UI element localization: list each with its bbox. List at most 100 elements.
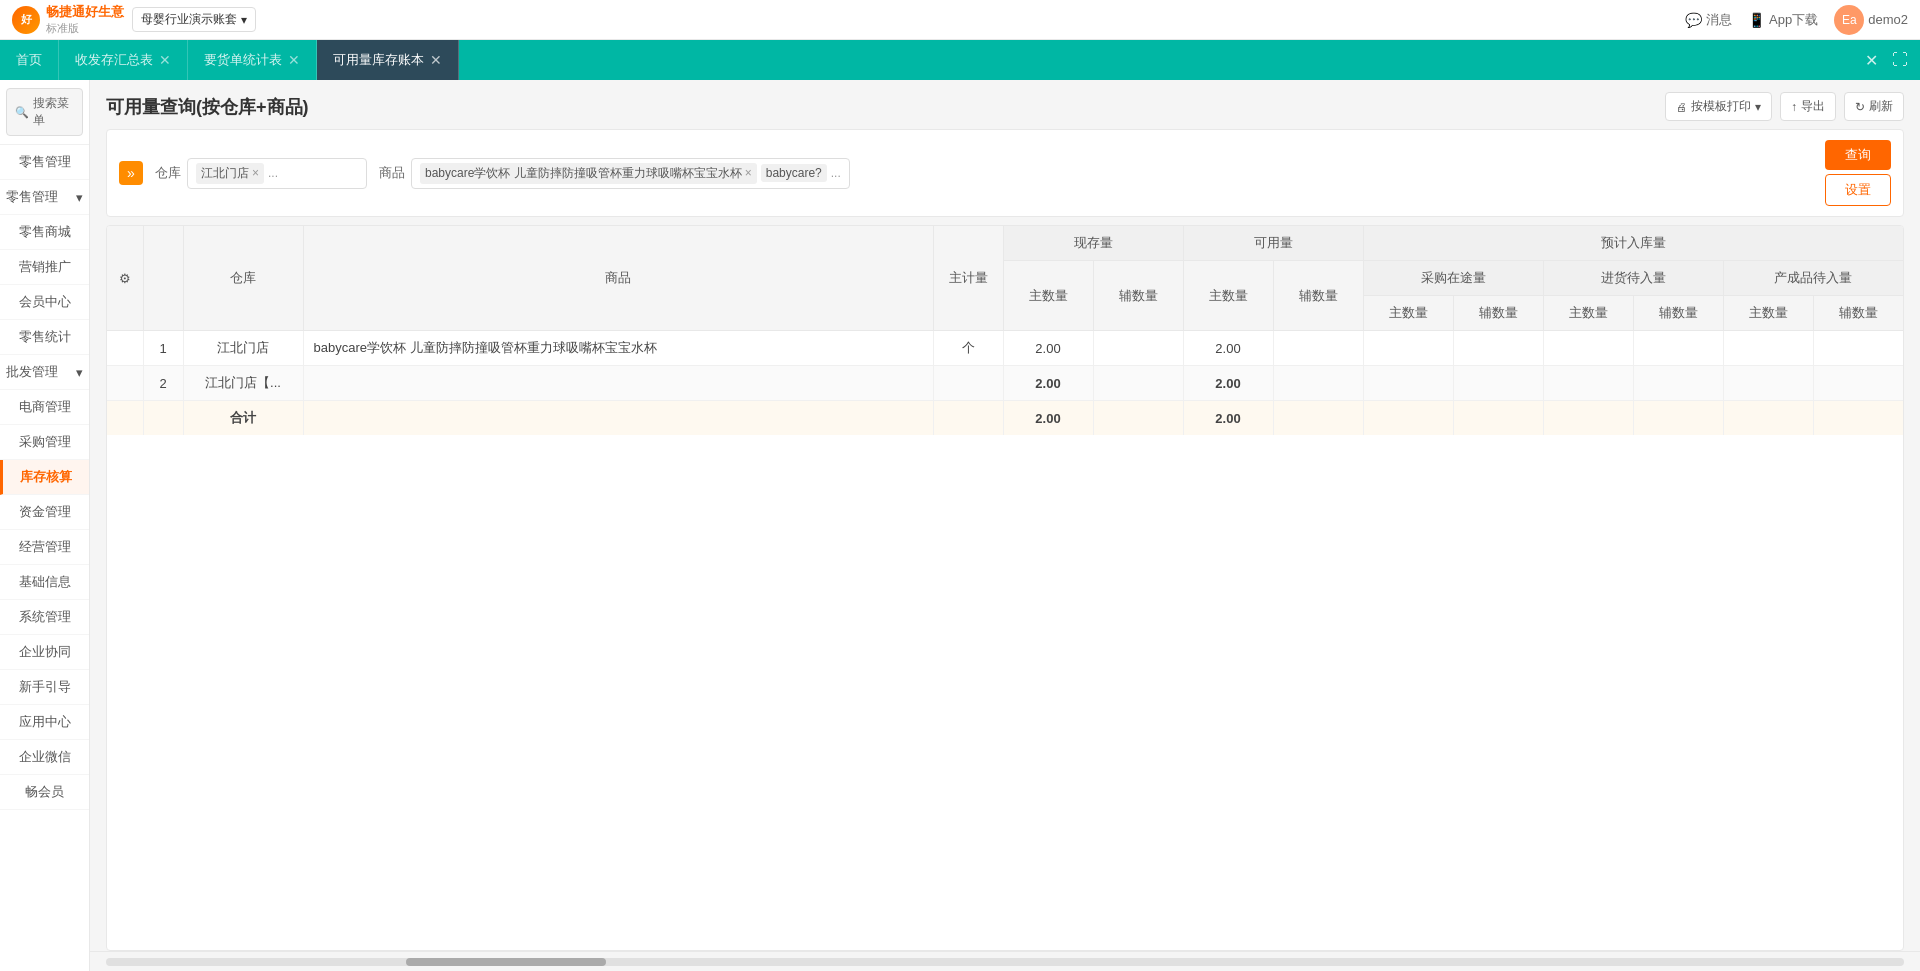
logo-area: 好 畅捷通好生意 标准版 — [12, 4, 124, 35]
sidebar-item-member-plan[interactable]: 畅会员 — [0, 775, 89, 810]
app-download-icon — [1748, 12, 1765, 28]
avatar: Ea — [1834, 5, 1864, 35]
close-tab-receivable[interactable] — [159, 53, 171, 67]
cell-unit — [933, 366, 1003, 401]
tab-available-inventory[interactable]: 可用量库存账本 — [317, 40, 459, 80]
sidebar-item-retail-mgmt[interactable]: 零售管理 — [0, 180, 89, 215]
th-production-main: 主数量 — [1723, 296, 1813, 331]
filter-actions: 查询 设置 — [1825, 140, 1891, 206]
message-icon — [1685, 12, 1702, 28]
sidebar-item-ecommerce[interactable]: 电商管理 — [0, 390, 89, 425]
print-btn[interactable]: 按模板打印 — [1665, 92, 1772, 121]
sidebar-item-app-center[interactable]: 应用中心 — [0, 705, 89, 740]
search-menu-btn[interactable]: 搜索菜单 — [6, 88, 83, 136]
close-tab-order-stats[interactable] — [288, 53, 300, 67]
app-download-nav-item[interactable]: App下载 — [1748, 11, 1818, 29]
sidebar-item-system[interactable]: 系统管理 — [0, 600, 89, 635]
page-header: 可用量查询(按仓库+商品) 按模板打印 导出 刷新 — [90, 80, 1920, 129]
message-nav-item[interactable]: 消息 — [1685, 11, 1732, 29]
refresh-btn[interactable]: 刷新 — [1844, 92, 1904, 121]
logo-icon: 好 — [12, 6, 40, 34]
cell-product — [303, 366, 933, 401]
scroll-thumb[interactable] — [406, 958, 606, 966]
sidebar-item-quick-nav[interactable]: 零售管理 — [0, 145, 89, 180]
sidebar-item-marketing[interactable]: 营销推广 — [0, 250, 89, 285]
sidebar-item-inventory-check[interactable]: 库存核算 — [0, 460, 89, 495]
cell-num: 2 — [143, 366, 183, 401]
warehouse-more[interactable]: ... — [268, 166, 278, 180]
footer-purchase-main — [1363, 401, 1453, 436]
cell-purchase-main — [1363, 331, 1453, 366]
filter-expand-btn[interactable]: » — [119, 161, 143, 185]
tab-receivable[interactable]: 收发存汇总表 — [59, 40, 188, 80]
sidebar-item-enterprise-wechat[interactable]: 企业微信 — [0, 740, 89, 775]
tab-order-stats[interactable]: 要货单统计表 — [188, 40, 317, 80]
sidebar-item-operations[interactable]: 经营管理 — [0, 530, 89, 565]
sidebar-item-wholesale-mgmt[interactable]: 批发管理 — [0, 355, 89, 390]
footer-incoming-aux — [1633, 401, 1723, 436]
settings-icon[interactable] — [119, 271, 131, 286]
cell-warehouse: 江北门店【... — [183, 366, 303, 401]
query-btn[interactable]: 查询 — [1825, 140, 1891, 170]
cell-production-main — [1723, 366, 1813, 401]
product-more[interactable]: ... — [831, 166, 841, 180]
footer-unit — [933, 401, 1003, 436]
sidebar-item-retail-stats[interactable]: 零售统计 — [0, 320, 89, 355]
footer-current-aux — [1093, 401, 1183, 436]
th-current-main: 主数量 — [1003, 261, 1093, 331]
cell-incoming-aux — [1633, 331, 1723, 366]
export-icon — [1791, 100, 1797, 114]
close-all-tabs-btn[interactable] — [1861, 47, 1882, 74]
cell-purchase-aux — [1453, 366, 1543, 401]
th-available-group: 可用量 — [1183, 226, 1363, 261]
user-area[interactable]: Ea demo2 — [1834, 5, 1908, 35]
sidebar-item-enterprise-collab[interactable]: 企业协同 — [0, 635, 89, 670]
cell-product: babycare学饮杯 儿童防摔防撞吸管杯重力球吸嘴杯宝宝水杯 — [303, 331, 933, 366]
close-tab-available-inventory[interactable] — [430, 53, 442, 67]
warehouse-tag: 江北门店 × — [196, 163, 264, 184]
cell-current-main: 2.00 — [1003, 366, 1093, 401]
product-filter-input[interactable]: babycare学饮杯 儿童防摔防撞吸管杯重力球吸嘴杯宝宝水杯 × babyca… — [411, 158, 850, 189]
cell-incoming-main — [1543, 366, 1633, 401]
table-row: 2 江北门店【... 2.00 2.00 — [107, 366, 1903, 401]
footer-production-main — [1723, 401, 1813, 436]
product-tag-1-remove[interactable]: × — [745, 166, 752, 180]
sidebar-item-finance[interactable]: 资金管理 — [0, 495, 89, 530]
content-area: 可用量查询(按仓库+商品) 按模板打印 导出 刷新 » — [90, 80, 1920, 971]
filter-bar: » 仓库 江北门店 × ... 商品 babycare学饮杯 儿童防摔防撞吸管杯… — [106, 129, 1904, 217]
filter-product-group: 商品 babycare学饮杯 儿童防摔防撞吸管杯重力球吸嘴杯宝宝水杯 × bab… — [379, 158, 850, 189]
th-forecast-in-group: 预计入库量 — [1363, 226, 1903, 261]
main-layout: 搜索菜单 零售管理 零售管理 零售商城 营销推广 会员中心 零售统计 批发管理 … — [0, 80, 1920, 971]
footer-incoming-main — [1543, 401, 1633, 436]
warehouse-tag-remove[interactable]: × — [252, 166, 259, 180]
industry-selector[interactable]: 母婴行业演示账套 — [132, 7, 256, 32]
export-btn[interactable]: 导出 — [1780, 92, 1836, 121]
table-body: 1 江北门店 babycare学饮杯 儿童防摔防撞吸管杯重力球吸嘴杯宝宝水杯 个… — [107, 331, 1903, 401]
cell-settings — [107, 366, 143, 401]
th-current-aux: 辅数量 — [1093, 261, 1183, 331]
table-row: 1 江北门店 babycare学饮杯 儿童防摔防撞吸管杯重力球吸嘴杯宝宝水杯 个… — [107, 331, 1903, 366]
settings-btn[interactable]: 设置 — [1825, 174, 1891, 206]
page-actions: 按模板打印 导出 刷新 — [1665, 92, 1904, 121]
cell-available-main: 2.00 — [1183, 366, 1273, 401]
cell-production-main — [1723, 331, 1813, 366]
sidebar-item-basic-info[interactable]: 基础信息 — [0, 565, 89, 600]
th-settings — [107, 226, 143, 331]
sidebar-item-new-guide[interactable]: 新手引导 — [0, 670, 89, 705]
th-incoming-aux: 辅数量 — [1633, 296, 1723, 331]
sidebar-item-purchase[interactable]: 采购管理 — [0, 425, 89, 460]
fullscreen-btn[interactable]: ⛶ — [1888, 47, 1912, 73]
sidebar-section: 零售管理 零售商城 营销推广 会员中心 零售统计 批发管理 电商管理 采购管理 … — [0, 180, 89, 810]
footer-purchase-aux — [1453, 401, 1543, 436]
cell-available-main: 2.00 — [1183, 331, 1273, 366]
th-purchase-aux: 辅数量 — [1453, 296, 1543, 331]
sidebar-item-member-center[interactable]: 会员中心 — [0, 285, 89, 320]
chevron-down-icon — [241, 13, 247, 27]
tab-home[interactable]: 首页 — [0, 40, 59, 80]
chevron-icon-2 — [76, 365, 83, 380]
nav-tabs-bar: 首页 收发存汇总表 要货单统计表 可用量库存账本 ⛶ — [0, 40, 1920, 80]
horizontal-scrollbar[interactable] — [106, 958, 1904, 966]
sidebar-item-retail-mall[interactable]: 零售商城 — [0, 215, 89, 250]
warehouse-filter-input[interactable]: 江北门店 × ... — [187, 158, 367, 189]
th-purchase-main: 主数量 — [1363, 296, 1453, 331]
